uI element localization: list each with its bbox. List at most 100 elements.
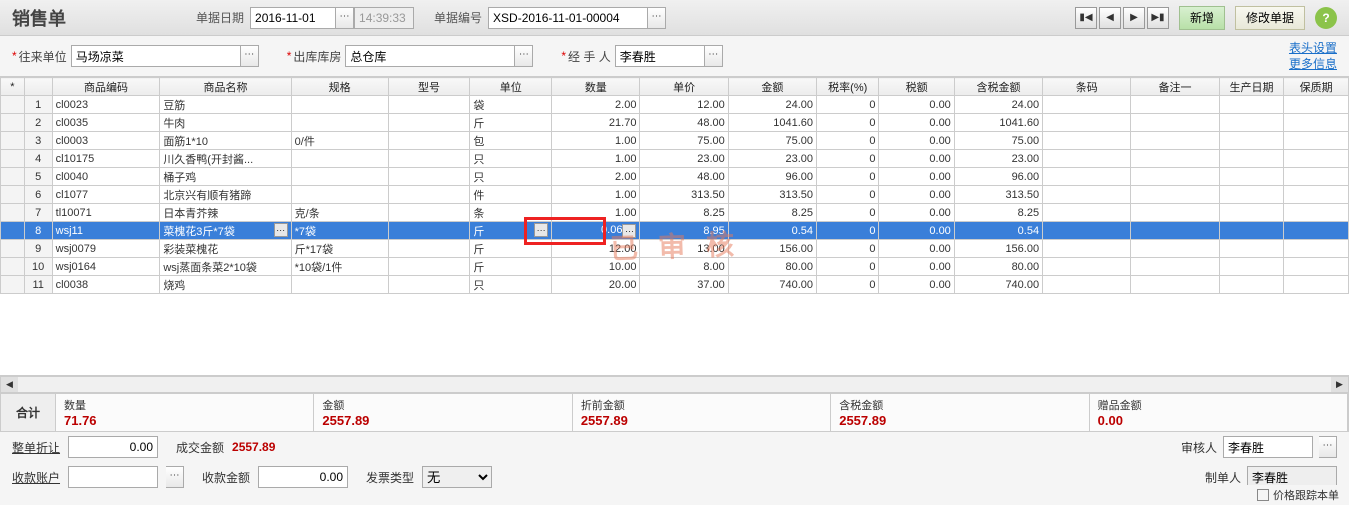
cell-text[interactable]: cl0035	[52, 114, 160, 132]
table-row[interactable]: 3cl0003面筋1*100/件包1.0075.0075.0000.0075.0…	[1, 132, 1349, 150]
date-picker-btn[interactable]: ⋯	[336, 7, 354, 29]
cell-text[interactable]: tl10071	[52, 204, 160, 222]
docno-picker-btn[interactable]: ⋯	[648, 7, 666, 29]
cell-text[interactable]	[1131, 240, 1219, 258]
cell-text[interactable]	[1131, 168, 1219, 186]
cell-numeric[interactable]: 48.00	[640, 114, 728, 132]
cell-text[interactable]	[1043, 96, 1131, 114]
cell-text[interactable]	[1043, 222, 1131, 240]
cell-text[interactable]: wsj11	[52, 222, 160, 240]
table-row[interactable]: 5cl0040桶子鸡只2.0048.0096.0000.0096.00	[1, 168, 1349, 186]
row-number[interactable]: 8	[24, 222, 52, 240]
cell-numeric[interactable]: 0	[817, 186, 879, 204]
cell-text[interactable]	[1043, 204, 1131, 222]
cell-numeric[interactable]: 740.00	[954, 276, 1042, 294]
cell-text[interactable]: 只	[470, 150, 552, 168]
cell-numeric[interactable]: 2.00	[552, 96, 640, 114]
cell-numeric[interactable]: 0.54	[954, 222, 1042, 240]
cell-text[interactable]	[388, 258, 470, 276]
cell-numeric[interactable]: 0.00	[879, 240, 954, 258]
cell-numeric[interactable]: 0	[817, 150, 879, 168]
cell-numeric[interactable]: 1.00	[552, 132, 640, 150]
cell-numeric[interactable]: 0	[817, 258, 879, 276]
cell-text[interactable]: 只	[470, 276, 552, 294]
cell-text[interactable]	[1131, 132, 1219, 150]
cell-text[interactable]: 牛肉	[160, 114, 291, 132]
col-header[interactable]: 含税金额	[954, 78, 1042, 96]
nav-first-icon[interactable]: ▮◀	[1075, 7, 1097, 29]
table-row[interactable]: 10wsj0164wsj蒸面条菜2*10袋*10袋/1件斤10.008.0080…	[1, 258, 1349, 276]
cell-text[interactable]: 包	[470, 132, 552, 150]
cell-text[interactable]	[1043, 132, 1131, 150]
cell-numeric[interactable]: 0.06⋯	[552, 222, 640, 240]
cell-text[interactable]	[1284, 168, 1349, 186]
row-selector[interactable]	[1, 96, 25, 114]
cell-text[interactable]: wsj0079	[52, 240, 160, 258]
scroll-right-icon[interactable]: ▶	[1331, 377, 1348, 392]
cell-text[interactable]: wsj0164	[52, 258, 160, 276]
cell-text[interactable]: 件	[470, 186, 552, 204]
cell-numeric[interactable]: 8.95	[640, 222, 728, 240]
cell-text[interactable]: 条	[470, 204, 552, 222]
cell-numeric[interactable]: 8.25	[640, 204, 728, 222]
cell-numeric[interactable]: 0	[817, 222, 879, 240]
cell-numeric[interactable]: 24.00	[954, 96, 1042, 114]
cell-text[interactable]: *10袋/1件	[291, 258, 388, 276]
cell-text[interactable]: 斤*17袋	[291, 240, 388, 258]
discount-label[interactable]: 整单折让	[12, 439, 60, 456]
cell-text[interactable]	[388, 168, 470, 186]
col-header[interactable]: 税率(%)	[817, 78, 879, 96]
cell-numeric[interactable]: 12.00	[640, 96, 728, 114]
cell-numeric[interactable]: 0	[817, 114, 879, 132]
cell-text[interactable]	[1131, 204, 1219, 222]
row-number[interactable]: 11	[24, 276, 52, 294]
cell-text[interactable]	[291, 186, 388, 204]
handler-input[interactable]	[615, 45, 705, 67]
cell-text[interactable]	[1043, 114, 1131, 132]
cell-numeric[interactable]: 1041.60	[954, 114, 1042, 132]
cell-numeric[interactable]: 23.00	[728, 150, 816, 168]
row-selector[interactable]	[1, 222, 25, 240]
cell-text[interactable]: 0/件	[291, 132, 388, 150]
cell-text[interactable]	[1284, 132, 1349, 150]
table-row[interactable]: 4cl10175川久香鸭(开封酱...只1.0023.0023.0000.002…	[1, 150, 1349, 168]
cell-numeric[interactable]: 0	[817, 168, 879, 186]
cell-numeric[interactable]: 75.00	[640, 132, 728, 150]
cell-numeric[interactable]: 13.00	[640, 240, 728, 258]
cell-text[interactable]: *7袋	[291, 222, 388, 240]
cell-text[interactable]	[388, 204, 470, 222]
cell-picker-btn[interactable]: ⋯	[274, 223, 288, 237]
col-header[interactable]: 单位	[470, 78, 552, 96]
auditor-input[interactable]	[1223, 436, 1313, 458]
cell-text[interactable]: 面筋1*10	[160, 132, 291, 150]
row-selector[interactable]	[1, 204, 25, 222]
cell-numeric[interactable]: 10.00	[552, 258, 640, 276]
cell-text[interactable]	[1219, 258, 1284, 276]
handler-picker-btn[interactable]: ⋯	[705, 45, 723, 67]
cell-text[interactable]	[1219, 186, 1284, 204]
cell-numeric[interactable]: 1.00	[552, 204, 640, 222]
cell-text[interactable]: 克/条	[291, 204, 388, 222]
date-input[interactable]	[250, 7, 336, 29]
invoice-select[interactable]: 无	[422, 466, 492, 488]
cell-text[interactable]	[388, 240, 470, 258]
price-track-checkbox[interactable]	[1257, 489, 1269, 501]
cell-text[interactable]	[1284, 114, 1349, 132]
acct-picker-btn[interactable]: ⋯	[166, 466, 184, 488]
cell-text[interactable]	[1219, 204, 1284, 222]
cell-text[interactable]: 彩装菜槐花	[160, 240, 291, 258]
discount-input[interactable]	[68, 436, 158, 458]
cell-numeric[interactable]: 2.00	[552, 168, 640, 186]
cell-text[interactable]	[1043, 168, 1131, 186]
table-row[interactable]: 1cl0023豆筋袋2.0012.0024.0000.0024.00	[1, 96, 1349, 114]
cell-text[interactable]	[1284, 204, 1349, 222]
cell-numeric[interactable]: 0.00	[879, 186, 954, 204]
col-header[interactable]: 数量	[552, 78, 640, 96]
cell-numeric[interactable]: 24.00	[728, 96, 816, 114]
cell-numeric[interactable]: 23.00	[640, 150, 728, 168]
cell-numeric[interactable]: 0	[817, 204, 879, 222]
row-number[interactable]: 3	[24, 132, 52, 150]
cell-numeric[interactable]: 0	[817, 240, 879, 258]
cell-text[interactable]	[1131, 114, 1219, 132]
cell-text[interactable]	[1284, 96, 1349, 114]
